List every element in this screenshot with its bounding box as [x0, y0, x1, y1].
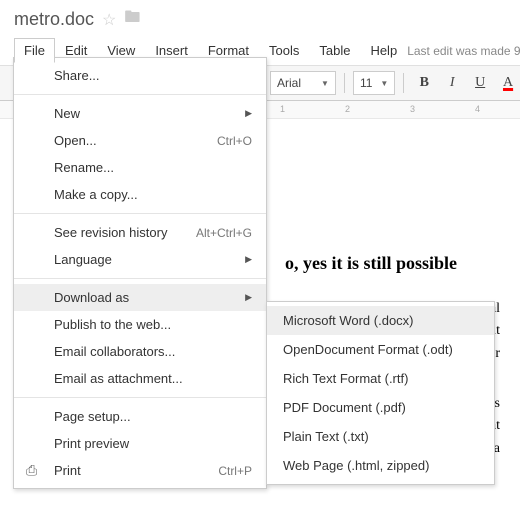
menu-help[interactable]: Help	[360, 38, 407, 63]
menu-open[interactable]: Open...Ctrl+O	[14, 127, 266, 154]
font-size-value: 11	[360, 76, 372, 90]
print-icon: ⎙	[26, 462, 37, 479]
menu-rename[interactable]: Rename...	[14, 154, 266, 181]
menu-publish-web[interactable]: Publish to the web...	[14, 311, 266, 338]
bold-button[interactable]: B	[412, 71, 436, 95]
shortcut-label: Ctrl+O	[217, 134, 252, 148]
font-size-select[interactable]: 11 ▼	[353, 71, 395, 95]
download-txt[interactable]: Plain Text (.txt)	[267, 422, 494, 451]
menu-new[interactable]: New▶	[14, 100, 266, 127]
menu-separator	[14, 213, 266, 214]
file-menu-dropdown: Share... New▶ Open...Ctrl+O Rename... Ma…	[13, 57, 267, 489]
menu-email-collaborators[interactable]: Email collaborators...	[14, 338, 266, 365]
doc-heading: o, yes it is still possible	[285, 249, 500, 278]
text-color-button[interactable]: A	[496, 71, 520, 95]
menu-make-copy[interactable]: Make a copy...	[14, 181, 266, 208]
folder-icon[interactable]: 🖿	[124, 6, 140, 33]
download-docx[interactable]: Microsoft Word (.docx)	[267, 306, 494, 335]
italic-button[interactable]: I	[440, 71, 464, 95]
chevron-right-icon: ▶	[245, 108, 252, 119]
download-as-submenu: Microsoft Word (.docx) OpenDocument Form…	[266, 301, 495, 485]
font-family-select[interactable]: Arial ▼	[270, 71, 336, 95]
menu-print[interactable]: ⎙PrintCtrl+P	[14, 457, 266, 484]
last-edit-label[interactable]: Last edit was made 9	[407, 44, 520, 58]
menu-separator	[14, 278, 266, 279]
menu-file[interactable]: File	[14, 38, 55, 63]
shortcut-label: Ctrl+P	[218, 464, 252, 478]
document-title[interactable]: metro.doc	[14, 9, 94, 30]
titlebar: metro.doc ☆ 🖿	[0, 0, 520, 37]
ruler-tick: 4	[475, 104, 480, 114]
ruler-tick: 2	[345, 104, 350, 114]
toolbar-separator	[344, 73, 345, 93]
download-html[interactable]: Web Page (.html, zipped)	[267, 451, 494, 480]
menu-revision-history[interactable]: See revision historyAlt+Ctrl+G	[14, 219, 266, 246]
menu-page-setup[interactable]: Page setup...	[14, 403, 266, 430]
download-pdf[interactable]: PDF Document (.pdf)	[267, 393, 494, 422]
underline-button[interactable]: U	[468, 71, 492, 95]
chevron-right-icon: ▶	[245, 254, 252, 265]
chevron-right-icon: ▶	[245, 292, 252, 303]
menu-separator	[14, 397, 266, 398]
menu-print-preview[interactable]: Print preview	[14, 430, 266, 457]
menu-table[interactable]: Table	[309, 38, 360, 63]
menu-email-attachment[interactable]: Email as attachment...	[14, 365, 266, 392]
ruler-tick: 3	[410, 104, 415, 114]
menu-language[interactable]: Language▶	[14, 246, 266, 273]
ruler-tick: 1	[280, 104, 285, 114]
download-rtf[interactable]: Rich Text Format (.rtf)	[267, 364, 494, 393]
font-family-value: Arial	[277, 76, 301, 90]
menu-share[interactable]: Share...	[14, 62, 266, 89]
toolbar-separator	[403, 73, 404, 93]
star-icon[interactable]: ☆	[102, 10, 116, 30]
chevron-down-icon: ▼	[380, 79, 388, 88]
menu-download-as[interactable]: Download as▶	[14, 284, 266, 311]
menu-separator	[14, 94, 266, 95]
download-odt[interactable]: OpenDocument Format (.odt)	[267, 335, 494, 364]
shortcut-label: Alt+Ctrl+G	[196, 226, 252, 240]
chevron-down-icon: ▼	[321, 79, 329, 88]
